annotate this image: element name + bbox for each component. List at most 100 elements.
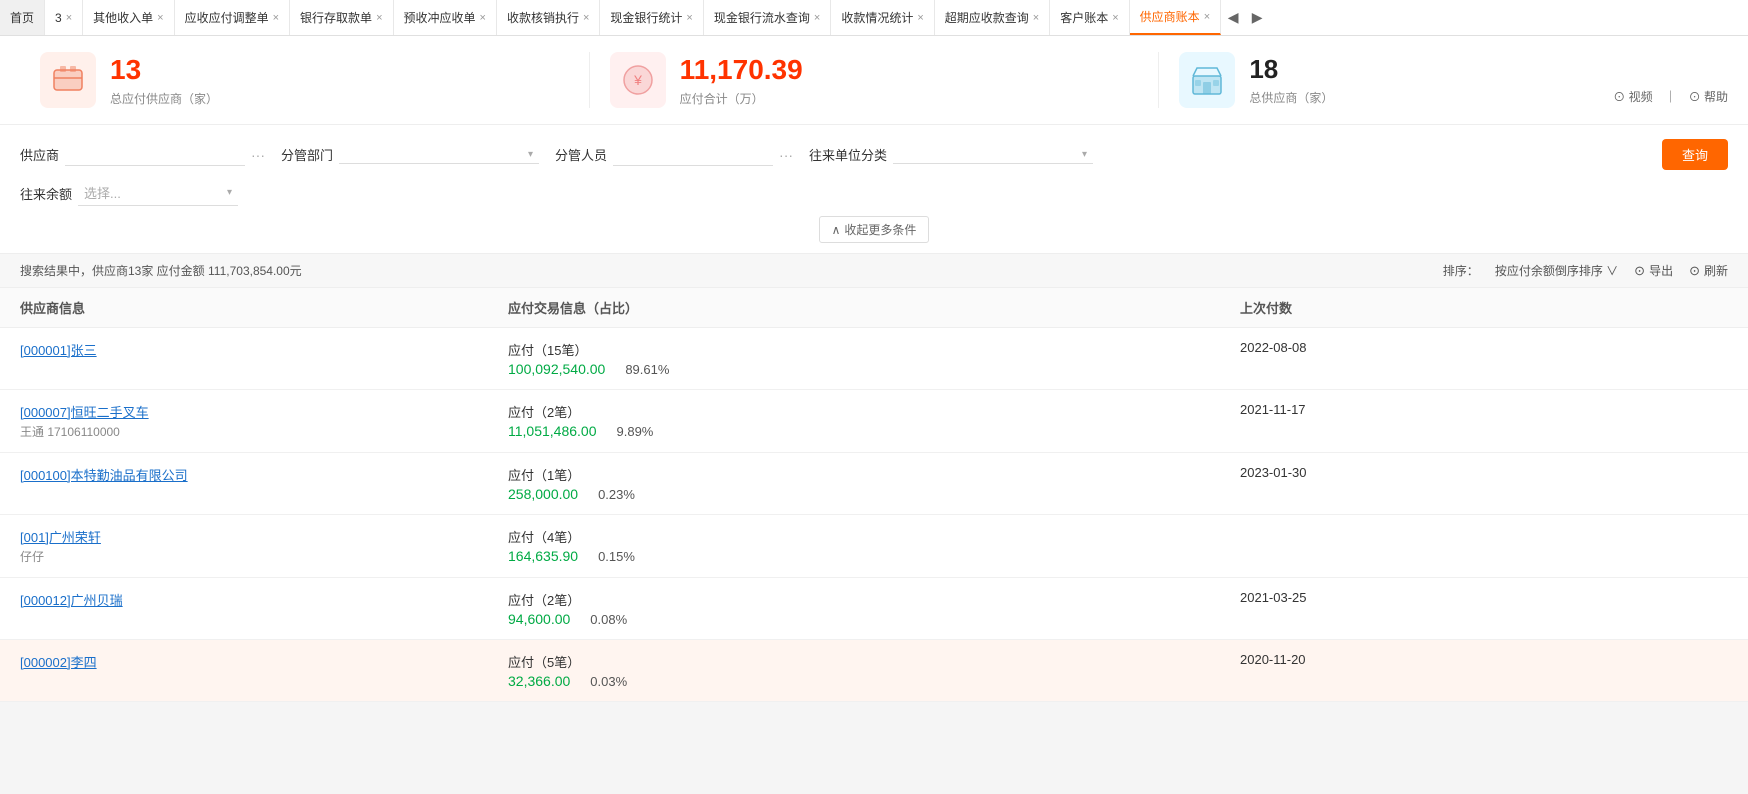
tx-amount-1[interactable]: 11,051,486.00	[508, 423, 597, 439]
col-header-lastpay: 上次付数	[1240, 298, 1728, 317]
nav-tab-bank[interactable]: 银行存取款单 ×	[290, 0, 393, 35]
nav-tab-supplier-ledger[interactable]: 供应商账本 ×	[1130, 0, 1221, 35]
nav-tab-cash-flow[interactable]: 现金银行流水查询 ×	[704, 0, 831, 35]
query-button[interactable]: 查询	[1662, 139, 1728, 170]
tx-amount-0[interactable]: 100,092,540.00	[508, 361, 605, 377]
tx-row-4: 94,600.00 0.08%	[508, 611, 1240, 627]
category-filter-select[interactable]: ▾	[893, 146, 1093, 164]
filter-category: 往来单位分类 ▾	[809, 145, 1093, 164]
table-row: [000012]广州贝瑞 应付（2笔） 94,600.00 0.08% 2021…	[0, 578, 1748, 640]
last-pay-date-0: 2022-08-08	[1240, 340, 1307, 355]
nav-tab-customer-ledger[interactable]: 客户账本 ×	[1050, 0, 1129, 35]
balance-filter-select[interactable]: 选择... ▾	[78, 180, 238, 206]
last-pay-date-5: 2020-11-20	[1240, 652, 1306, 667]
export-label: 导出	[1649, 262, 1673, 279]
nav-tab-overdue[interactable]: 超期应收款查询 ×	[935, 0, 1050, 35]
tx-amount-2[interactable]: 258,000.00	[508, 486, 578, 502]
nav-tab-home[interactable]: 首页	[0, 0, 45, 35]
nav-tab-bank-close[interactable]: ×	[376, 12, 382, 24]
tx-row-2: 258,000.00 0.23%	[508, 486, 1240, 502]
nav-prev-arrow[interactable]: ◀	[1221, 0, 1245, 36]
export-btn[interactable]: ⊙ 导出	[1634, 262, 1673, 279]
supplier-link-0[interactable]: [000001]张三	[20, 340, 508, 359]
nav-tab-customer-ledger-label: 客户账本	[1060, 9, 1108, 26]
nav-tab-supplier-ledger-close[interactable]: ×	[1204, 11, 1210, 23]
supplier-link-1[interactable]: [000007]恒旺二手叉车	[20, 402, 508, 421]
result-actions: 排序： 按应付余额倒序排序 ∨ ⊙ 导出 ⊙ 刷新	[1443, 262, 1728, 279]
balance-chevron-icon: ▾	[227, 187, 232, 198]
result-summary-text: 搜索结果中，供应商13家 应付金额 111,703,854.00元	[20, 262, 302, 279]
nav-tab-receipt-label: 收款核销执行	[507, 9, 579, 26]
tx-label-1: 应付（2笔）	[508, 402, 1240, 421]
transaction-cell-2: 应付（1笔） 258,000.00 0.23%	[508, 465, 1240, 502]
summary-card-payable-total: ¥ 11,170.39 应付合计（万）	[590, 52, 1160, 108]
nav-tab-3-label: 3	[55, 11, 62, 25]
filter-row-2: 往来余额 选择... ▾	[20, 180, 1728, 206]
nav-tab-receipt-close[interactable]: ×	[583, 12, 589, 24]
nav-tab-receipt[interactable]: 收款核销执行 ×	[497, 0, 600, 35]
filter-dept: 分管部门 ▾	[281, 145, 539, 164]
tx-percent-4: 0.08%	[590, 612, 627, 627]
svg-text:¥: ¥	[633, 72, 642, 88]
supplier-filter-input[interactable]	[65, 144, 245, 166]
col-header-supplier: 供应商信息	[20, 298, 508, 317]
nav-tab-receipt-stat[interactable]: 收款情况统计 ×	[831, 0, 934, 35]
table-header-row: 供应商信息 应付交易信息（占比） 上次付数	[0, 288, 1748, 328]
filter-area: 供应商 ··· 分管部门 ▾ 分管人员 ··· 往来单位分类	[0, 125, 1748, 254]
nav-tab-cash-flow-label: 现金银行流水查询	[714, 9, 810, 26]
nav-tab-prepay[interactable]: 预收冲应收单 ×	[394, 0, 497, 35]
nav-tab-3[interactable]: 3 ×	[45, 0, 83, 35]
summary-info-amount: 11,170.39 应付合计（万）	[680, 54, 803, 107]
supplier-cell-3: [001]广州荣轩 仔仔	[20, 527, 508, 565]
nav-tab-adjust-label: 应收应付调整单	[185, 9, 269, 26]
nav-tab-3-close[interactable]: ×	[66, 12, 72, 24]
nav-next-arrow[interactable]: ▶	[1245, 0, 1269, 36]
nav-tab-cash-stat-close[interactable]: ×	[686, 12, 692, 24]
supplier-more-btn[interactable]: ···	[251, 147, 265, 163]
nav-tab-receipt-stat-close[interactable]: ×	[917, 12, 923, 24]
transaction-cell-4: 应付（2笔） 94,600.00 0.08%	[508, 590, 1240, 627]
nav-tab-cash-flow-close[interactable]: ×	[814, 12, 820, 24]
tx-label-5: 应付（5笔）	[508, 652, 1240, 671]
nav-tab-prepay-close[interactable]: ×	[480, 12, 486, 24]
nav-tab-overdue-close[interactable]: ×	[1033, 12, 1039, 24]
supplier-link-2[interactable]: [000100]本特勤油品有限公司	[20, 465, 508, 484]
supplier-cell-5: [000002]李四	[20, 652, 508, 671]
nav-tab-supplier-ledger-label: 供应商账本	[1140, 8, 1200, 25]
tx-percent-0: 89.61%	[625, 362, 669, 377]
tx-amount-5[interactable]: 32,366.00	[508, 673, 570, 689]
money-icon: ¥	[610, 52, 666, 108]
refresh-btn[interactable]: ⊙ 刷新	[1689, 262, 1728, 279]
nav-tab-other-income-close[interactable]: ×	[157, 12, 163, 24]
dept-filter-select[interactable]: ▾	[339, 146, 539, 164]
tx-amount-4[interactable]: 94,600.00	[508, 611, 570, 627]
tx-amount-3[interactable]: 164,635.90	[508, 548, 578, 564]
supplier-icon	[40, 52, 96, 108]
video-help-btn[interactable]: ⊙ 视频	[1613, 88, 1652, 105]
supplier-link-4[interactable]: [000012]广州贝瑞	[20, 590, 508, 609]
supplier-link-5[interactable]: [000002]李四	[20, 652, 508, 671]
nav-tab-customer-ledger-close[interactable]: ×	[1112, 12, 1118, 24]
nav-tab-cash-stat[interactable]: 现金银行统计 ×	[600, 0, 703, 35]
supplier-cell-1: [000007]恒旺二手叉车 王通 17106110000	[20, 402, 508, 440]
nav-tab-adjust-close[interactable]: ×	[273, 12, 279, 24]
nav-tab-bank-label: 银行存取款单	[300, 9, 372, 26]
supplier-link-3[interactable]: [001]广州荣轩	[20, 527, 508, 546]
tx-percent-3: 0.15%	[598, 549, 635, 564]
last-pay-date-4: 2021-03-25	[1240, 590, 1307, 605]
transaction-cell-1: 应付（2笔） 11,051,486.00 9.89%	[508, 402, 1240, 439]
person-more-btn[interactable]: ···	[779, 147, 793, 163]
nav-tab-other-income[interactable]: 其他收入单 ×	[83, 0, 174, 35]
sort-value[interactable]: 按应付余额倒序排序 ∨	[1495, 262, 1618, 279]
supplier-cell-4: [000012]广州贝瑞	[20, 590, 508, 609]
collapse-more-btn[interactable]: ∧ 收起更多条件	[819, 216, 930, 243]
table-row: [000100]本特勤油品有限公司 应付（1笔） 258,000.00 0.23…	[0, 453, 1748, 515]
payable-total-amount: 11,170.39	[680, 54, 803, 86]
nav-tab-adjust[interactable]: 应收应付调整单 ×	[175, 0, 290, 35]
transaction-cell-5: 应付（5笔） 32,366.00 0.03%	[508, 652, 1240, 689]
summary-info-payable: 13 总应付供应商（家）	[110, 54, 218, 107]
person-filter-input[interactable]	[613, 144, 773, 166]
table-row: [000001]张三 应付（15笔） 100,092,540.00 89.61%…	[0, 328, 1748, 390]
tx-label-3: 应付（4笔）	[508, 527, 1240, 546]
help-btn[interactable]: ⊙ 帮助	[1689, 88, 1728, 105]
